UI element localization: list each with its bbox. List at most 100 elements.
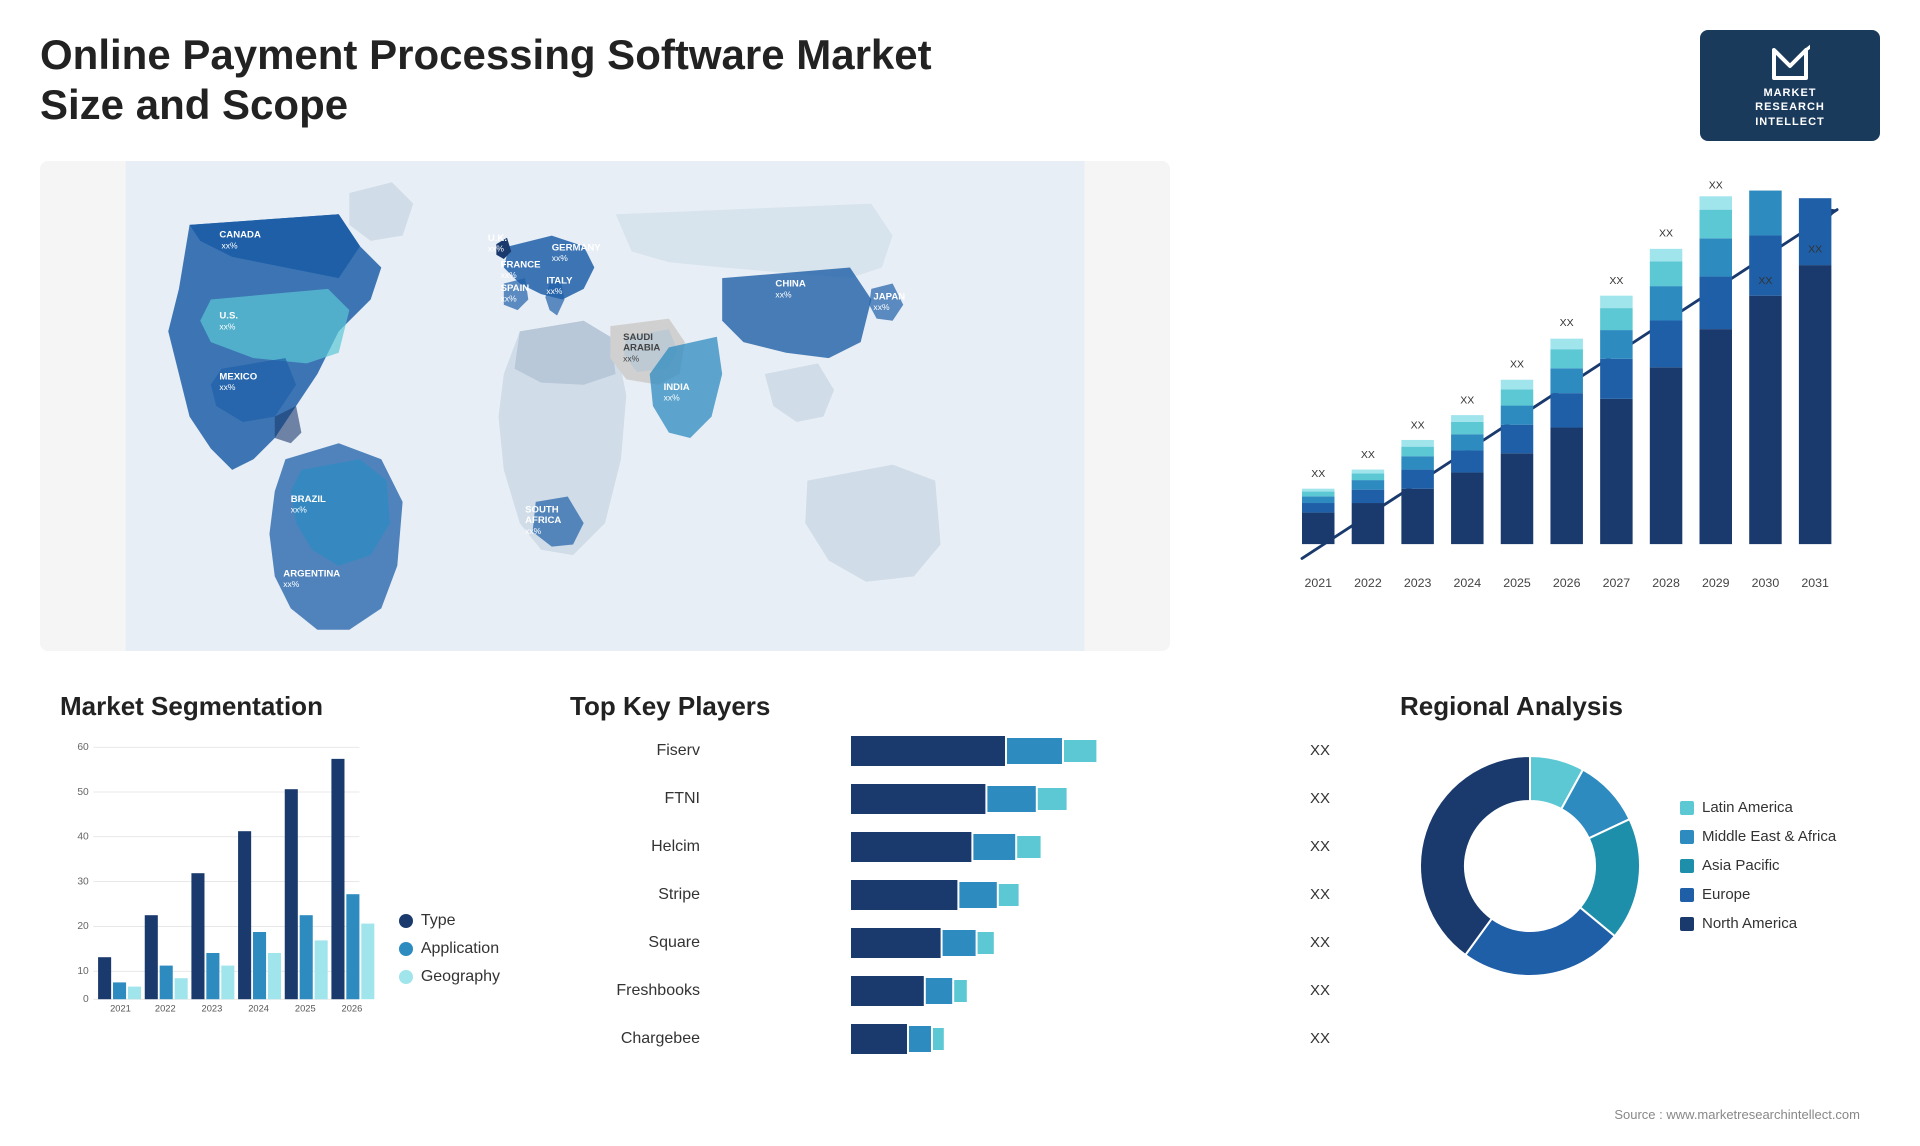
legend-geography: Geography (399, 968, 500, 986)
svg-text:XX: XX (1609, 275, 1623, 287)
svg-text:xx%: xx% (873, 302, 890, 312)
player-name: Square (570, 934, 700, 952)
svg-text:BRAZIL: BRAZIL (291, 494, 326, 505)
player-value: XX (1310, 934, 1330, 951)
svg-text:2023: 2023 (202, 1003, 223, 1013)
svg-text:40: 40 (77, 831, 89, 842)
svg-text:GERMANY: GERMANY (552, 242, 602, 253)
bar-chart-svg: XX 2021 XX 2022 (1260, 181, 1860, 611)
svg-text:U.K.: U.K. (488, 233, 507, 244)
map-svg: CANADA xx% U.S. xx% MEXICO xx% BRAZIL xx… (40, 161, 1170, 651)
legend-application: Application (399, 940, 500, 958)
players-list: Fiserv XX FTNI XX Helcim (570, 736, 1330, 1054)
regional-legend-label: Europe (1702, 886, 1750, 903)
donut-legend: Latin America Middle East & Africa Asia … (1680, 799, 1836, 932)
player-name: Fiserv (570, 742, 700, 760)
svg-text:xx%: xx% (525, 526, 542, 536)
regional-legend-label: North America (1702, 915, 1797, 932)
player-bar-wrap (712, 1024, 1290, 1054)
svg-text:xx%: xx% (219, 382, 236, 392)
svg-text:XX: XX (1758, 275, 1772, 287)
svg-text:JAPAN: JAPAN (873, 291, 905, 302)
regional-legend-item: Europe (1680, 886, 1836, 903)
player-value: XX (1310, 838, 1330, 855)
player-row: Chargebee XX (570, 1024, 1330, 1054)
svg-text:xx%: xx% (664, 393, 681, 403)
regional-legend-item: Latin America (1680, 799, 1836, 816)
svg-text:2031: 2031 (1801, 576, 1829, 590)
svg-text:xx%: xx% (501, 293, 518, 303)
svg-text:2022: 2022 (155, 1003, 176, 1013)
svg-text:XX: XX (1510, 358, 1524, 370)
svg-text:SAUDI: SAUDI (623, 332, 653, 343)
regional-title: Regional Analysis (1400, 691, 1860, 722)
source-line: Source : www.marketresearchintellect.com (40, 1107, 1880, 1122)
player-value: XX (1310, 982, 1330, 999)
world-map: CANADA xx% U.S. xx% MEXICO xx% BRAZIL xx… (40, 161, 1170, 651)
svg-text:2021: 2021 (110, 1003, 131, 1013)
logo-icon (1770, 42, 1810, 82)
svg-text:2027: 2027 (1603, 576, 1631, 590)
donut-segment (1420, 756, 1530, 955)
svg-text:xx%: xx% (222, 240, 239, 250)
svg-text:xx%: xx% (546, 286, 563, 296)
svg-text:xx%: xx% (552, 253, 569, 263)
svg-text:U.S.: U.S. (219, 311, 238, 322)
regional-legend-label: Middle East & Africa (1702, 828, 1836, 845)
regional-analysis: Regional Analysis Latin America Middle E… (1380, 681, 1880, 1101)
player-value: XX (1310, 886, 1330, 903)
player-value: XX (1310, 742, 1330, 759)
svg-text:xx%: xx% (219, 321, 236, 331)
segmentation-chart-area: 60 50 40 30 20 10 0 (60, 736, 500, 1016)
legend-geography-dot (399, 970, 413, 984)
svg-text:50: 50 (77, 787, 89, 798)
player-row: FTNI XX (570, 784, 1330, 814)
legend-application-dot (399, 942, 413, 956)
player-value: XX (1310, 1030, 1330, 1047)
player-value: XX (1310, 790, 1330, 807)
donut-area: Latin America Middle East & Africa Asia … (1400, 736, 1860, 996)
regional-legend-item: North America (1680, 915, 1836, 932)
donut-svg (1400, 736, 1660, 996)
svg-text:2021: 2021 (1304, 576, 1332, 590)
player-bar-wrap (712, 880, 1290, 910)
player-bar-wrap (712, 784, 1290, 814)
regional-legend-color (1680, 830, 1694, 844)
players-title: Top Key Players (570, 691, 1330, 722)
regional-legend-label: Latin America (1702, 799, 1793, 816)
svg-text:2025: 2025 (295, 1003, 316, 1013)
page-title: Online Payment Processing Software Marke… (40, 30, 940, 131)
regional-legend-color (1680, 888, 1694, 902)
svg-text:CHINA: CHINA (775, 279, 805, 290)
legend-type-label: Type (421, 912, 456, 930)
svg-text:xx%: xx% (775, 289, 792, 299)
top-key-players: Top Key Players Fiserv XX FTNI XX Helcim (540, 681, 1360, 1101)
svg-text:xx%: xx% (283, 579, 300, 589)
top-section: CANADA xx% U.S. xx% MEXICO xx% BRAZIL xx… (40, 161, 1880, 651)
svg-text:2023: 2023 (1404, 576, 1432, 590)
legend-geography-label: Geography (421, 968, 500, 986)
svg-text:0: 0 (83, 994, 89, 1005)
player-bar-wrap (712, 736, 1290, 766)
svg-text:XX: XX (1460, 395, 1474, 407)
player-name: FTNI (570, 790, 700, 808)
player-name: Stripe (570, 886, 700, 904)
player-row: Stripe XX (570, 880, 1330, 910)
svg-text:xx%: xx% (623, 353, 640, 363)
regional-legend-color (1680, 859, 1694, 873)
player-bar-wrap (712, 832, 1290, 862)
header: Online Payment Processing Software Marke… (40, 30, 1880, 141)
player-name: Chargebee (570, 1030, 700, 1048)
player-bar-wrap (712, 928, 1290, 958)
svg-text:XX: XX (1709, 181, 1723, 192)
svg-text:XX: XX (1411, 419, 1425, 431)
regional-legend-label: Asia Pacific (1702, 857, 1780, 874)
svg-text:10: 10 (77, 966, 89, 977)
player-name: Freshbooks (570, 982, 700, 1000)
svg-text:ARABIA: ARABIA (623, 342, 660, 353)
svg-text:FRANCE: FRANCE (501, 259, 542, 270)
svg-text:SPAIN: SPAIN (501, 283, 530, 294)
market-segmentation: Market Segmentation 60 50 40 30 20 10 0 (40, 681, 520, 1101)
svg-text:60: 60 (77, 742, 89, 753)
legend-type-dot (399, 914, 413, 928)
